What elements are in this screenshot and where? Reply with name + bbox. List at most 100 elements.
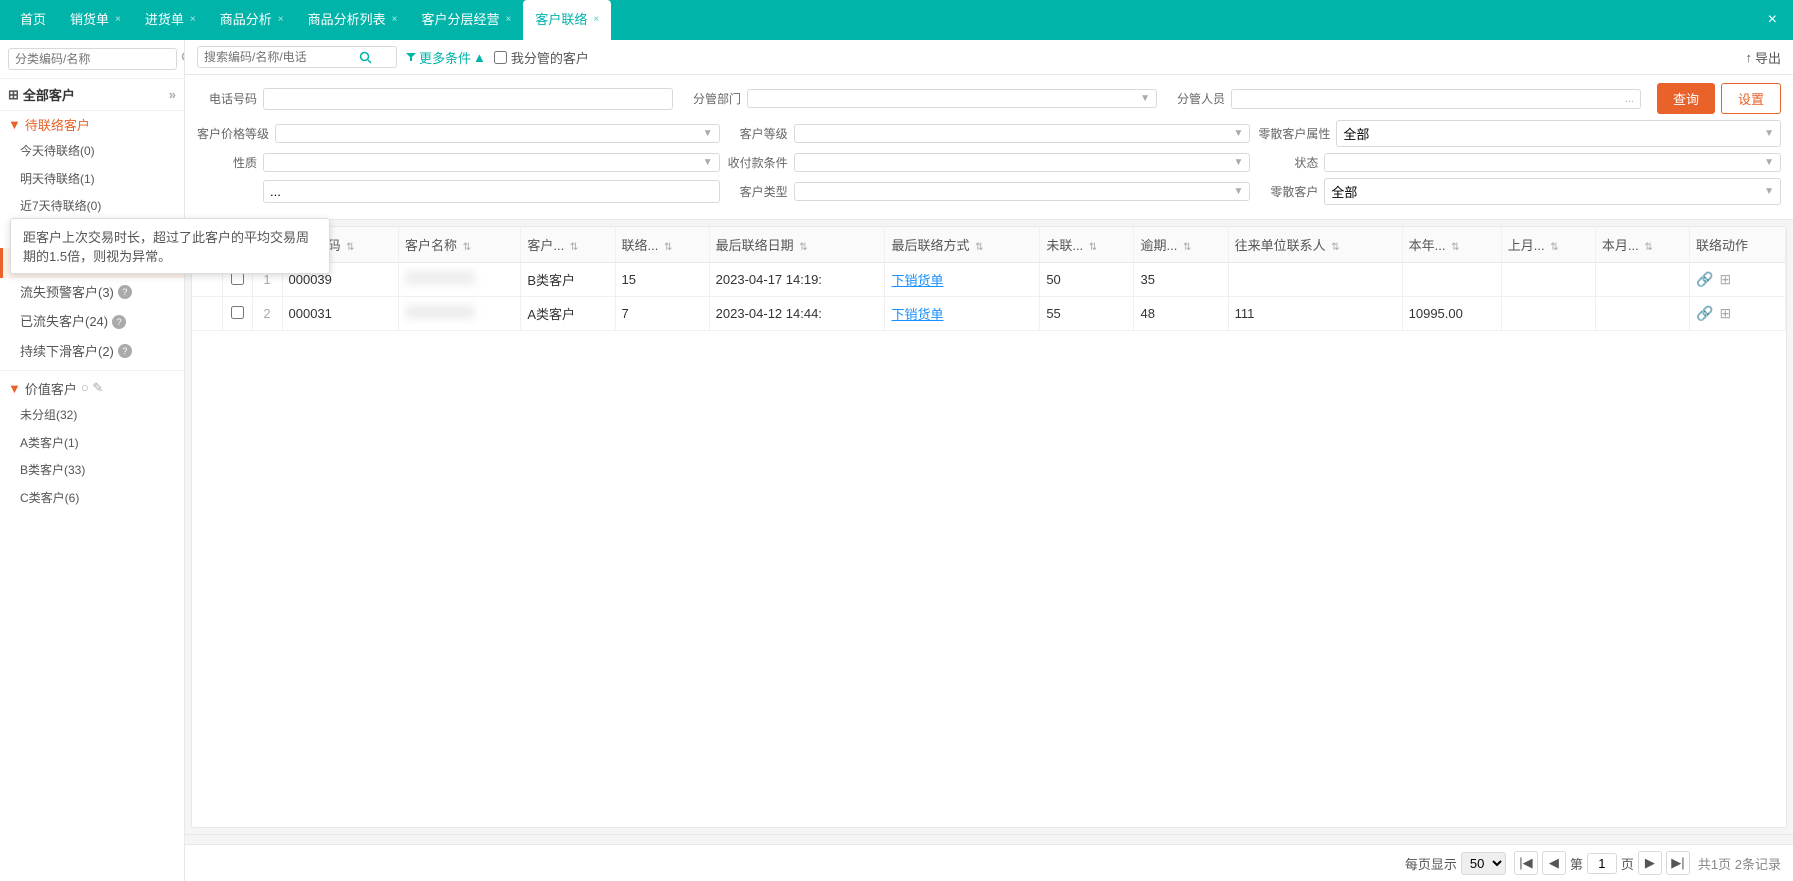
nav-item-analysis-list[interactable]: 商品分析列表 × [296,0,410,40]
row1-action: 🔗 ⊞ [1690,263,1786,297]
sidebar-item-a-class[interactable]: A类客户(1) [0,430,184,458]
value-triangle-icon: ▼ [8,381,21,396]
close-icon-purchase[interactable]: × [190,0,196,40]
customer-type-arrow: ▼ [1233,186,1243,197]
price-level-field: 客户价格等级 ▼ [197,124,720,143]
col-name[interactable]: 客户名称 ⇅ [399,227,521,263]
close-icon-analysis[interactable]: × [278,0,284,40]
row2-last-method[interactable]: 下销货单 [885,297,1040,331]
row1-last-month [1501,263,1595,297]
col-this-year[interactable]: 本年... ⇅ [1402,227,1501,263]
manager-input[interactable]: ... [1231,89,1641,109]
nature-select[interactable]: ▼ [263,153,720,172]
retail-customer-select[interactable]: 全部 ▼ [1324,178,1781,205]
more-conditions-button[interactable]: 更多条件 ▲ [405,48,486,67]
close-icon-customer-segment[interactable]: × [505,0,511,40]
customer-level-field: 客户等级 ▼ [728,124,1251,143]
row2-grid-icon[interactable]: ⊞ [1719,305,1731,322]
col-contact-person-label: 往来单位联系人 [1235,238,1326,253]
value-group-text: 价值客户 [25,379,77,398]
last-page-button[interactable]: ▶| [1666,851,1690,875]
col-this-month-label: 本月... [1602,238,1639,253]
nav-item-customer-contact[interactable]: 客户联络 × [523,0,611,40]
customer-level-select[interactable]: ▼ [794,124,1251,143]
value-group-label[interactable]: ▼ 价值客户 ○ ✎ [0,375,184,402]
per-page-select[interactable]: 50 [1461,852,1506,875]
col-contact[interactable]: 联络... ⇅ [615,227,709,263]
col-this-month[interactable]: 本月... ⇅ [1595,227,1689,263]
price-level-select[interactable]: ▼ [275,124,720,143]
col-unread[interactable]: 未联... ⇅ [1040,227,1134,263]
extra-select[interactable]: ... [263,180,720,203]
customer-type-select[interactable]: ▼ [794,182,1251,201]
nav-label-customer-contact: 客户联络 [535,0,587,40]
sidebar-item-ungroup[interactable]: 未分组(32) [0,402,184,430]
sidebar-item-declining[interactable]: 持续下滑客户(2) ? [0,337,184,366]
sidebar-item-churn-warning[interactable]: 流失预警客户(3) ? [0,278,184,307]
prev-page-button[interactable]: ◀ [1542,851,1566,875]
nav-item-sales[interactable]: 销货单 × [58,0,133,40]
content-area: 更多条件 ▲ 我分管的客户 ↑ 导出 电话号码 分管部门 [185,40,1793,881]
next-page-button[interactable]: ▶ [1638,851,1662,875]
nav-item-home[interactable]: 首页 [8,0,58,40]
col-last-date[interactable]: 最后联络日期 ⇅ [709,227,885,263]
close-icon-sales[interactable]: × [115,0,121,40]
sidebar-item-b-class[interactable]: B类客户(33) [0,457,184,485]
close-icon-analysis-list[interactable]: × [392,0,398,40]
row2-num: 2 [252,297,282,331]
close-all-button[interactable]: × [1760,11,1785,29]
row1-grid-icon[interactable]: ⊞ [1719,271,1731,288]
sidebar-item-tomorrow[interactable]: 明天待联络(1) [0,166,184,194]
first-page-button[interactable]: |◀ [1514,851,1538,875]
all-customers-header[interactable]: ⊞ 全部客户 » [0,79,184,111]
settings-button[interactable]: 设置 [1721,83,1781,114]
col-unread-label: 未联... [1046,238,1083,253]
page-label: 第 [1570,854,1583,873]
sidebar-item-churned[interactable]: 已流失客户(24) ? [0,307,184,336]
my-customers-check[interactable] [494,51,507,64]
col-contact-person[interactable]: 往来单位联系人 ⇅ [1228,227,1402,263]
row1-link-icon[interactable]: 🔗 [1696,271,1713,288]
edit-icons[interactable]: ○ ✎ [81,380,103,396]
sidebar-item-7days[interactable]: 近7天待联络(0) [0,193,184,221]
retail-attr-label: 零散客户属性 [1258,125,1330,142]
col-overdue[interactable]: 逾期... ⇅ [1134,227,1228,263]
nav-item-purchase[interactable]: 进货单 × [133,0,208,40]
main-search-input[interactable] [204,50,359,64]
pending-group-label[interactable]: ▼ 待联络客户 [0,111,184,138]
col-contact-sort: ⇅ [664,242,672,253]
export-button[interactable]: ↑ 导出 [1745,48,1781,67]
page-input[interactable] [1587,853,1617,874]
dept-select[interactable]: ▼ [747,89,1157,108]
sidebar-search-button[interactable] [177,49,185,69]
sidebar-search-container [0,40,184,79]
nav-item-customer-segment[interactable]: 客户分层经营 × [409,0,523,40]
col-last-month[interactable]: 上月... ⇅ [1501,227,1595,263]
row2-link-icon[interactable]: 🔗 [1696,305,1713,322]
sidebar-item-c-class[interactable]: C类客户(6) [0,485,184,513]
declining-label: 持续下滑客户(2) [20,340,114,363]
payment-select[interactable]: ▼ [794,153,1251,172]
row2-last-date: 2023-04-12 14:44: [709,297,885,331]
horizontal-scrollbar[interactable] [185,834,1793,844]
churned-label: 已流失客户(24) [20,310,108,333]
row1-last-method[interactable]: 下销货单 [885,263,1040,297]
col-last-method[interactable]: 最后联络方式 ⇅ [885,227,1040,263]
close-icon-customer-contact[interactable]: × [593,0,599,40]
status-select[interactable]: ▼ [1324,153,1781,172]
row2-checkbox-cell [222,297,252,331]
row2-gear[interactable] [192,297,222,331]
sidebar-search-input[interactable] [8,48,177,70]
sidebar-item-today[interactable]: 今天待联络(0) [0,138,184,166]
nav-label-customer-segment: 客户分层经营 [421,0,499,40]
my-customers-checkbox[interactable]: 我分管的客户 [494,48,589,67]
col-last-month-label: 上月... [1508,238,1545,253]
nav-item-analysis[interactable]: 商品分析 × [208,0,296,40]
phone-input[interactable] [263,88,673,110]
retail-attr-select[interactable]: 全部 ▼ [1336,120,1781,147]
query-button[interactable]: 查询 [1657,83,1715,114]
col-overdue-label: 逾期... [1140,238,1177,253]
row2-checkbox[interactable] [231,306,244,319]
col-category[interactable]: 客户... ⇅ [521,227,615,263]
customer-level-label: 客户等级 [728,125,788,142]
